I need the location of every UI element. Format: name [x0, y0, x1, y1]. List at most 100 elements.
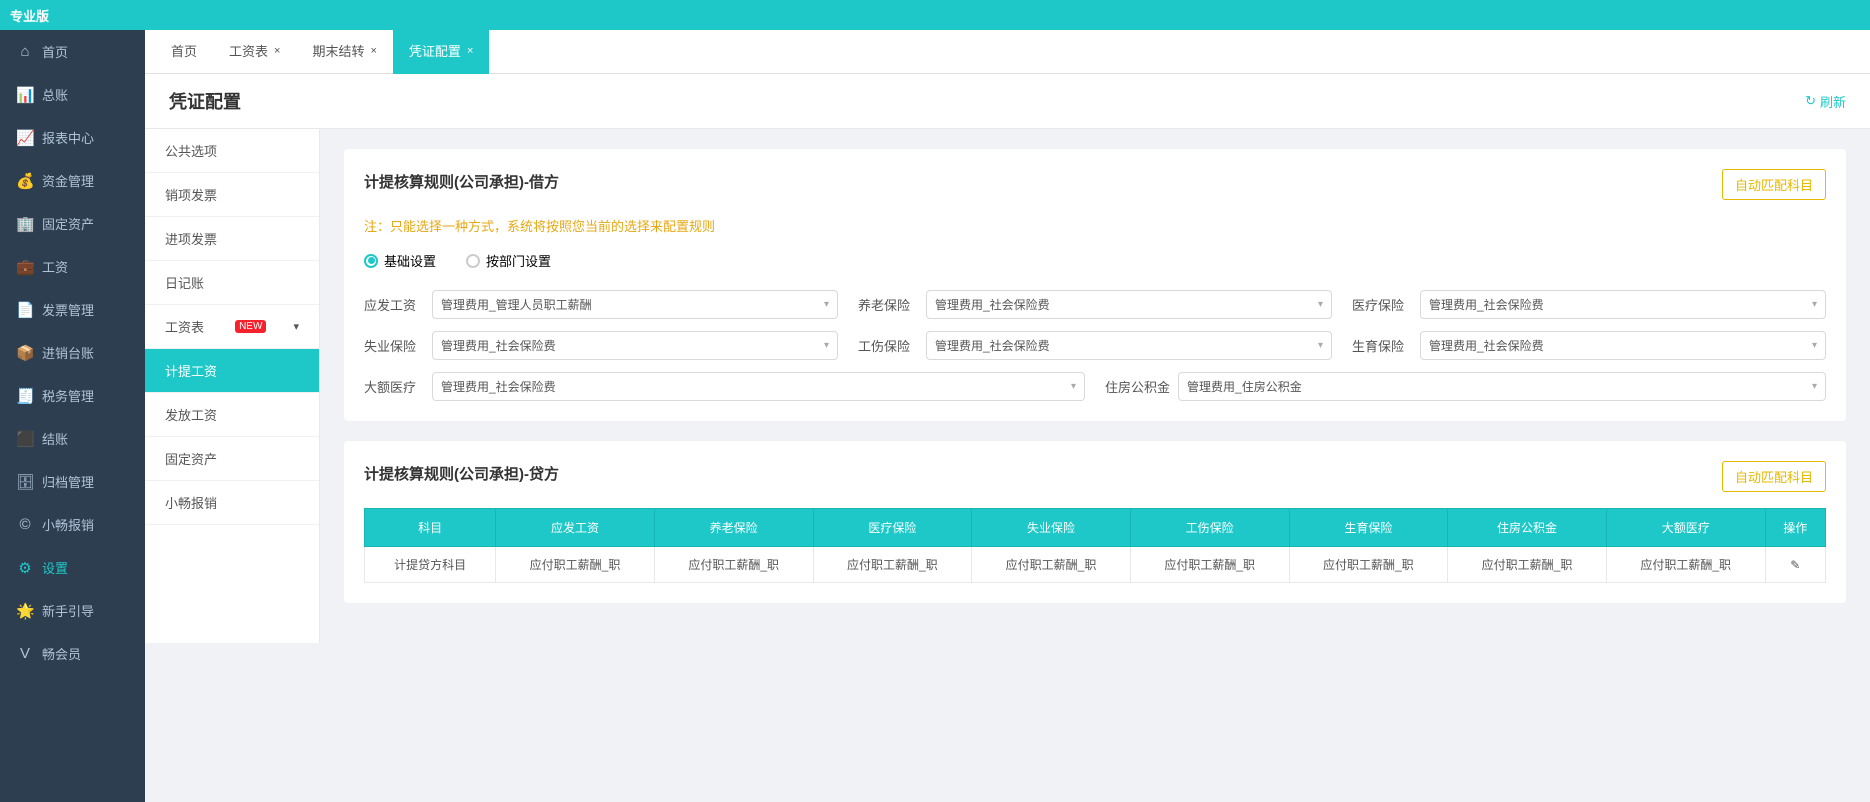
- sidebar-item-home[interactable]: ⌂ 首页: [0, 30, 145, 73]
- sidebar-label-general-ledger: 总账: [42, 85, 68, 104]
- select-pension[interactable]: 管理费用_社会保险费 ▾: [926, 290, 1332, 319]
- th-work-injury: 工伤保险: [1130, 509, 1289, 547]
- td-housing-fund: 应付职工薪酬_职: [1448, 547, 1607, 583]
- select-maternity[interactable]: 管理费用_社会保险费 ▾: [1420, 331, 1826, 360]
- page-header: 凭证配置 ↻ 刷新: [145, 74, 1870, 129]
- select-large-medical[interactable]: 管理费用_社会保险费 ▾: [432, 372, 1085, 401]
- select-housing-fund[interactable]: 管理费用_住房公积金 ▾: [1178, 372, 1826, 401]
- left-nav-purchase-invoice[interactable]: 进项发票: [145, 217, 319, 261]
- inventory-icon: 📦: [16, 344, 34, 362]
- tab-period[interactable]: 期末结转 ×: [296, 30, 392, 74]
- tab-salary[interactable]: 工资表 ×: [213, 30, 296, 74]
- badge-new: NEW: [235, 320, 266, 333]
- radio-basic[interactable]: 基础设置: [364, 251, 436, 270]
- refresh-button[interactable]: ↻ 刷新: [1805, 92, 1846, 111]
- left-nav-public[interactable]: 公共选项: [145, 129, 319, 173]
- content-area: 首页工资表×期末结转×凭证配置× 凭证配置 ↻ 刷新 公共选项销项发票进项发票日…: [145, 30, 1870, 802]
- select-unemployment[interactable]: 管理费用_社会保险费 ▾: [432, 331, 838, 360]
- left-nav-label-public: 公共选项: [165, 141, 217, 160]
- form-item-unemployment: 失业保险 管理费用_社会保险费 ▾: [364, 331, 838, 360]
- radio-group: 基础设置 按部门设置: [364, 251, 1826, 270]
- radio-dept[interactable]: 按部门设置: [466, 251, 551, 270]
- sidebar-item-mini-expense[interactable]: © 小畅报销: [0, 503, 145, 546]
- left-nav-mini-reimb[interactable]: 小畅报销: [145, 481, 319, 525]
- tab-close-period[interactable]: ×: [370, 45, 376, 57]
- select-work-injury[interactable]: 管理费用_社会保险费 ▾: [926, 331, 1332, 360]
- top-bar: 专业版: [0, 0, 1870, 30]
- sidebar-item-tax-mgmt[interactable]: 🧾税务管理: [0, 374, 145, 417]
- left-nav-label-calc-salary: 计提工资: [165, 361, 217, 380]
- vip-icon: V: [16, 645, 34, 662]
- td-medical: 应付职工薪酬_职: [813, 547, 972, 583]
- right-content: 计提核算规则(公司承担)-借方 自动匹配科目 注：只能选择一种方式，系统将按照您…: [320, 129, 1870, 643]
- td-maternity: 应付职工薪酬_职: [1289, 547, 1448, 583]
- radio-basic-circle: [364, 254, 378, 268]
- label-salary: 应发工资: [364, 295, 424, 314]
- sidebar-item-vip[interactable]: V畅会员: [0, 632, 145, 675]
- sidebar-item-settings[interactable]: ⚙设置: [0, 546, 145, 589]
- tab-voucher[interactable]: 凭证配置×: [393, 30, 489, 74]
- select-medical[interactable]: 管理费用_社会保险费 ▾: [1420, 290, 1826, 319]
- radio-dept-circle: [466, 254, 480, 268]
- debit-auto-match-button[interactable]: 自动匹配科目: [1722, 169, 1826, 200]
- left-nav-label-fixed-assets: 固定资产: [165, 449, 217, 468]
- sidebar-item-invoice-mgmt[interactable]: 📄 发票管理: [0, 288, 145, 331]
- select-salary[interactable]: 管理费用_管理人员职工薪酬 ▾: [432, 290, 838, 319]
- sidebar-label-mini-expense: 小畅报销: [42, 515, 94, 534]
- sidebar-item-fund[interactable]: 💰资金管理: [0, 159, 145, 202]
- debit-section-header: 计提核算规则(公司承担)-借方 自动匹配科目: [364, 169, 1826, 200]
- tab-close-salary[interactable]: ×: [274, 45, 280, 57]
- tab-close-voucher[interactable]: ×: [467, 45, 473, 57]
- table-row: 计提贷方科目 应付职工薪酬_职 应付职工薪酬_职 应付职工薪酬_职 应付职工薪酬…: [365, 547, 1826, 583]
- sidebar-item-report-center[interactable]: 📈报表中心: [0, 116, 145, 159]
- td-salary: 应付职工薪酬_职: [496, 547, 655, 583]
- left-nav-label-pay-salary: 发放工资: [165, 405, 217, 424]
- th-maternity: 生育保险: [1289, 509, 1448, 547]
- mini-expense-icon: ©: [16, 516, 34, 533]
- sidebar-item-salary[interactable]: 💼工资: [0, 245, 145, 288]
- debit-section: 计提核算规则(公司承担)-借方 自动匹配科目 注：只能选择一种方式，系统将按照您…: [344, 149, 1846, 421]
- label-maternity: 生育保险: [1352, 336, 1412, 355]
- sidebar-item-inventory[interactable]: 📦进销台账: [0, 331, 145, 374]
- fund-icon: 💰: [16, 172, 34, 190]
- left-nav-salary-table[interactable]: 工资表NEW▾: [145, 305, 319, 349]
- left-nav-sales-invoice[interactable]: 销项发票: [145, 173, 319, 217]
- form-item-work-injury: 工伤保险 管理费用_社会保险费 ▾: [858, 331, 1332, 360]
- td-work-injury: 应付职工薪酬_职: [1130, 547, 1289, 583]
- sidebar-label-invoice-mgmt: 发票管理: [42, 300, 94, 319]
- sidebar-item-guide[interactable]: 🌟新手引导: [0, 589, 145, 632]
- tax-mgmt-icon: 🧾: [16, 387, 34, 405]
- th-housing-fund: 住房公积金: [1448, 509, 1607, 547]
- tab-label-salary: 工资表: [229, 41, 268, 60]
- left-nav-pay-salary[interactable]: 发放工资: [145, 393, 319, 437]
- invoice-mgmt-icon: 📄: [16, 301, 34, 319]
- left-nav-label-salary-table: 工资表: [165, 317, 204, 336]
- home-icon: ⌂: [16, 43, 34, 60]
- debit-form-grid: 应发工资 管理费用_管理人员职工薪酬 ▾ 养老保险 管理费用_社会保险费: [364, 290, 1826, 360]
- close-icon: ⬛: [16, 430, 34, 448]
- tab-label-period: 期末结转: [312, 41, 364, 60]
- sidebar-item-close[interactable]: ⬛结账: [0, 417, 145, 460]
- sidebar-item-general-ledger[interactable]: 📊总账: [0, 73, 145, 116]
- guide-icon: 🌟: [16, 602, 34, 620]
- report-center-icon: 📈: [16, 129, 34, 147]
- tab-home[interactable]: 首页: [155, 30, 213, 74]
- refresh-icon: ↻: [1805, 93, 1816, 109]
- left-nav-calc-salary[interactable]: 计提工资: [145, 349, 319, 393]
- fixed-assets-icon: 🏢: [16, 215, 34, 233]
- debit-section-title: 计提核算规则(公司承担)-借方: [364, 171, 559, 192]
- settings-icon: ⚙: [16, 559, 34, 577]
- label-large-medical: 大额医疗: [364, 377, 424, 396]
- sidebar-item-fixed-assets[interactable]: 🏢固定资产: [0, 202, 145, 245]
- left-nav-journal[interactable]: 日记账: [145, 261, 319, 305]
- sidebar-label-home: 首页: [42, 42, 68, 61]
- left-nav-label-sales-invoice: 销项发票: [165, 185, 217, 204]
- credit-auto-match-button[interactable]: 自动匹配科目: [1722, 461, 1826, 492]
- td-action[interactable]: ✎: [1765, 547, 1825, 583]
- credit-section-title: 计提核算规则(公司承担)-贷方: [364, 463, 559, 484]
- sidebar-item-archive[interactable]: 🗄归档管理: [0, 460, 145, 503]
- th-large-medical: 大额医疗: [1606, 509, 1765, 547]
- th-subject: 科目: [365, 509, 496, 547]
- sidebar-label-salary: 工资: [42, 257, 68, 276]
- left-nav-fixed-assets[interactable]: 固定资产: [145, 437, 319, 481]
